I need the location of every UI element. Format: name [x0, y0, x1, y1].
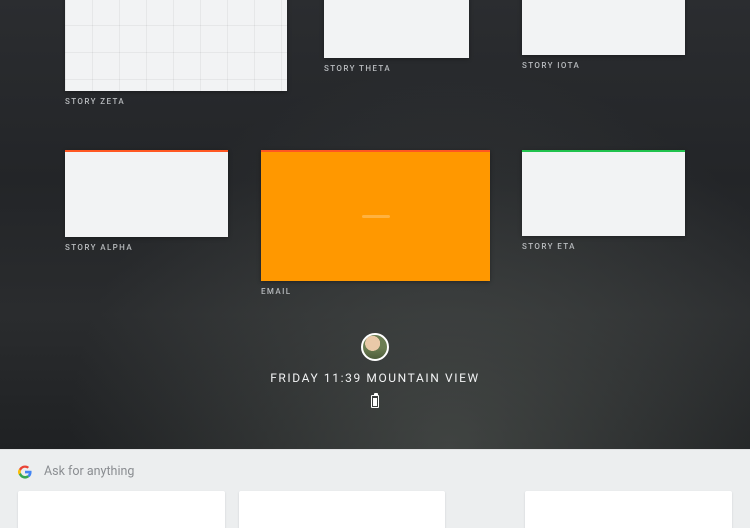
feed-cards-row	[0, 491, 750, 528]
now-panel: Ask for anything	[0, 449, 750, 528]
tile-story-alpha[interactable]: STORY ALPHA	[65, 150, 228, 252]
tile-story-zeta[interactable]: STORY ZETA	[65, 0, 287, 106]
tile-email[interactable]: EMAIL	[261, 150, 490, 296]
tile-label: EMAIL	[261, 287, 490, 296]
tile-label: STORY ETA	[522, 242, 685, 251]
search-placeholder: Ask for anything	[44, 464, 134, 479]
clock-location-text: FRIDAY 11:39 MOUNTAIN VIEW	[0, 371, 750, 385]
feed-card[interactable]	[18, 491, 225, 528]
tile-story-theta[interactable]: STORY THETA	[324, 0, 469, 73]
tile-thumbnail	[65, 150, 228, 237]
tile-label: STORY IOTA	[522, 61, 685, 70]
status-cluster: FRIDAY 11:39 MOUNTAIN VIEW	[0, 333, 750, 408]
feed-card[interactable]	[525, 491, 732, 528]
tile-thumbnail	[261, 150, 490, 281]
tile-thumbnail	[65, 0, 287, 91]
tile-label: STORY THETA	[324, 64, 469, 73]
tile-thumbnail	[522, 0, 685, 55]
email-loading-bar	[362, 215, 390, 218]
tile-story-iota[interactable]: STORY IOTA	[522, 0, 685, 70]
tile-thumbnail	[522, 150, 685, 236]
feed-card[interactable]	[239, 491, 446, 528]
tile-story-eta[interactable]: STORY ETA	[522, 150, 685, 251]
tile-label: STORY ZETA	[65, 97, 287, 106]
google-logo-icon	[18, 465, 32, 479]
feed-gap	[459, 491, 511, 528]
tile-thumbnail	[324, 0, 469, 58]
search-row[interactable]: Ask for anything	[0, 450, 750, 491]
battery-icon	[371, 395, 379, 408]
overview-backdrop: STORY ZETA STORY THETA STORY IOTA STORY …	[0, 0, 750, 449]
user-avatar[interactable]	[361, 333, 389, 361]
tile-label: STORY ALPHA	[65, 243, 228, 252]
